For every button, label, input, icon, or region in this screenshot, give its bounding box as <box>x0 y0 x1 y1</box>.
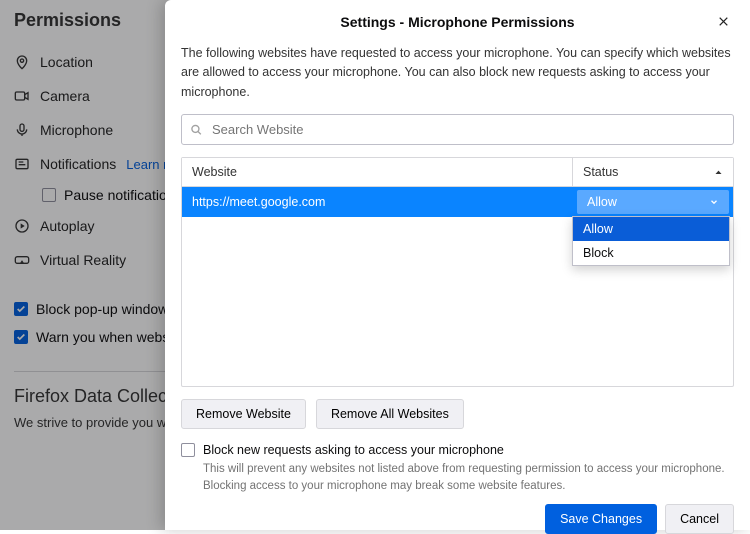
permissions-table: Website Status https://meet.google.com A… <box>181 157 734 387</box>
dialog-intro-text: The following websites have requested to… <box>181 44 734 102</box>
dropdown-option-block[interactable]: Block <box>573 241 729 265</box>
search-field <box>181 114 734 145</box>
search-icon <box>190 123 203 136</box>
microphone-permissions-dialog: Settings - Microphone Permissions The fo… <box>165 0 750 530</box>
dialog-title-bar: Settings - Microphone Permissions <box>181 8 734 44</box>
col-website[interactable]: Website <box>182 158 573 186</box>
status-select-value: Allow <box>587 195 617 209</box>
col-status-label: Status <box>583 165 618 179</box>
row-website-url: https://meet.google.com <box>182 188 577 216</box>
remove-website-button[interactable]: Remove Website <box>181 399 306 429</box>
dialog-body: The following websites have requested to… <box>181 44 734 504</box>
status-dropdown: Allow Block <box>572 216 730 266</box>
block-new-requests-label: Block new requests asking to access your… <box>203 443 504 457</box>
close-button[interactable] <box>712 10 734 32</box>
checkbox-unchecked[interactable] <box>181 443 195 457</box>
dropdown-option-allow[interactable]: Allow <box>573 217 729 241</box>
search-input[interactable] <box>181 114 734 145</box>
close-icon <box>717 15 730 28</box>
block-new-requests-help: This will prevent any websites not liste… <box>203 461 734 494</box>
dialog-title: Settings - Microphone Permissions <box>340 14 574 30</box>
chevron-down-icon <box>709 197 719 207</box>
col-status[interactable]: Status <box>573 158 733 186</box>
table-row[interactable]: https://meet.google.com Allow <box>182 187 733 217</box>
block-new-requests-option[interactable]: Block new requests asking to access your… <box>181 443 734 457</box>
remove-all-websites-button[interactable]: Remove All Websites <box>316 399 464 429</box>
remove-buttons-row: Remove Website Remove All Websites <box>181 399 734 429</box>
status-select[interactable]: Allow <box>577 190 729 214</box>
sort-icon <box>714 168 723 177</box>
table-header: Website Status <box>182 158 733 187</box>
